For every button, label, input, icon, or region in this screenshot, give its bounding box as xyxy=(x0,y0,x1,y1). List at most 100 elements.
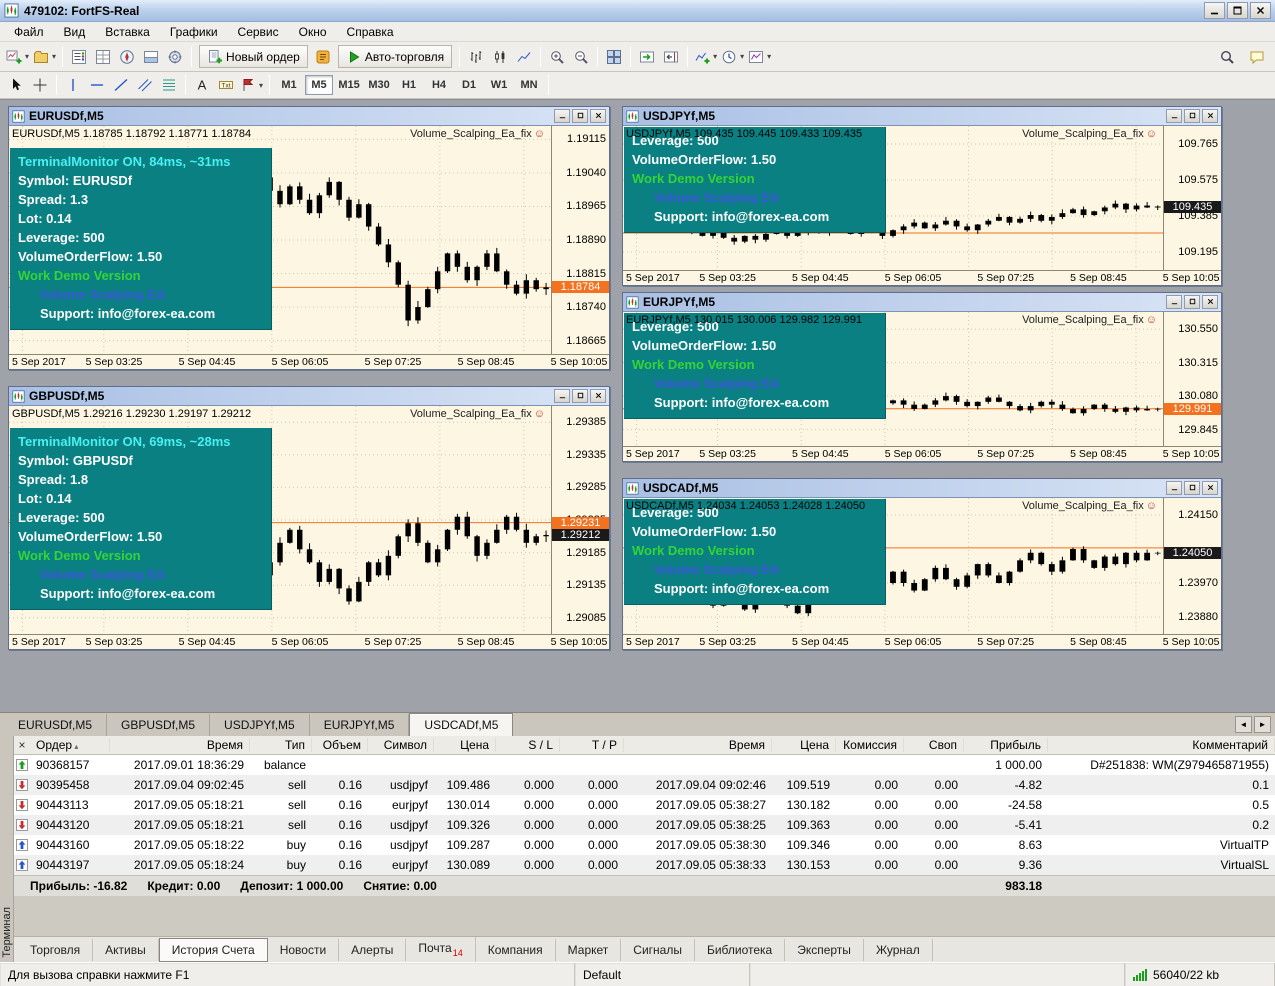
chart-plot-area[interactable]: EURUSDf,M5 1.18785 1.18792 1.18771 1.187… xyxy=(9,126,551,354)
close-button[interactable] xyxy=(1202,108,1218,123)
minimize-button[interactable] xyxy=(554,388,570,403)
column-header-profit[interactable]: Прибыль xyxy=(964,738,1048,752)
vertical-line-button[interactable] xyxy=(61,73,85,97)
terminal-tab-account-history[interactable]: История Счета xyxy=(158,937,268,962)
timeframe-m1[interactable]: M1 xyxy=(275,75,303,95)
chart-titlebar[interactable]: USDCADf,M5 xyxy=(623,479,1221,498)
history-row[interactable]: 90368157 2017.09.01 18:36:29 balance 1 000.… xyxy=(14,755,1275,775)
chart-tab-usdjpyf-m5[interactable]: USDJPYf,M5 xyxy=(210,714,310,736)
terminal-tab-signals[interactable]: Сигналы xyxy=(621,938,695,961)
column-header-commission[interactable]: Комиссия xyxy=(836,738,904,752)
line-chart-button[interactable] xyxy=(512,45,536,69)
chart-tab-eurusdf-m5[interactable]: EURUSDf,M5 xyxy=(4,714,108,736)
new-chart-button[interactable]: ▾ xyxy=(4,45,31,69)
column-header-symbol[interactable]: Символ xyxy=(368,738,434,752)
metaeditor-button[interactable] xyxy=(311,45,335,69)
tab-scroll-right-button[interactable]: ► xyxy=(1254,716,1271,733)
terminal-tab-news[interactable]: Новости xyxy=(268,938,340,961)
restore-button[interactable] xyxy=(1184,108,1200,123)
menu-service[interactable]: Сервис xyxy=(228,23,289,41)
history-row[interactable]: 90443120 2017.09.05 05:18:21 sell 0.16 usdjp… xyxy=(14,815,1275,835)
close-button[interactable] xyxy=(1202,294,1218,309)
history-row[interactable]: 90443113 2017.09.05 05:18:21 sell 0.16 eurjp… xyxy=(14,795,1275,815)
column-header-swap[interactable]: Своп xyxy=(904,738,964,752)
chart-tab-usdcadf-m5[interactable]: USDCADf,M5 xyxy=(409,713,514,736)
bar-chart-button[interactable] xyxy=(464,45,488,69)
menu-help[interactable]: Справка xyxy=(337,23,404,41)
window-titlebar[interactable]: 479102: FortFS-Real xyxy=(0,0,1275,22)
menu-insert[interactable]: Вставка xyxy=(95,23,160,41)
terminal-vertical-label[interactable]: Терминал xyxy=(1,907,13,958)
close-button[interactable] xyxy=(1250,2,1271,19)
menu-view[interactable]: Вид xyxy=(54,23,96,41)
autotrade-button[interactable]: Авто-торговля xyxy=(337,45,453,68)
navigator-button[interactable] xyxy=(115,45,139,69)
timeframe-m15[interactable]: M15 xyxy=(335,75,363,95)
chat-button[interactable] xyxy=(1245,45,1269,69)
column-header-price[interactable]: Цена xyxy=(434,738,496,752)
column-header-comment[interactable]: Комментарий xyxy=(1048,738,1275,752)
terminal-tab-alerts[interactable]: Алерты xyxy=(339,938,407,961)
strategy-tester-button[interactable] xyxy=(163,45,187,69)
restore-button[interactable] xyxy=(572,388,588,403)
text-label-button[interactable]: Txt xyxy=(214,73,238,97)
terminal-tab-market[interactable]: Маркет xyxy=(556,938,622,961)
restore-button[interactable] xyxy=(1184,480,1200,495)
trendline-button[interactable] xyxy=(109,73,133,97)
minimize-button[interactable] xyxy=(1204,2,1225,19)
tab-scroll-left-button[interactable]: ◄ xyxy=(1235,716,1252,733)
history-row[interactable]: 90443197 2017.09.05 05:18:24 buy 0.16 eurjpy… xyxy=(14,855,1275,875)
terminal-tab-library[interactable]: Библиотека xyxy=(695,938,786,961)
terminal-tab-trade[interactable]: Торговля xyxy=(18,938,94,961)
indicators-button[interactable]: ▾ xyxy=(692,45,719,69)
timeframe-h4[interactable]: H4 xyxy=(425,75,453,95)
history-row[interactable]: 90443160 2017.09.05 05:18:22 buy 0.16 usdjpy… xyxy=(14,835,1275,855)
timeframe-w1[interactable]: W1 xyxy=(485,75,513,95)
profiles-button[interactable]: ▾ xyxy=(31,45,58,69)
zoom-out-button[interactable] xyxy=(569,45,593,69)
fibonacci-button[interactable] xyxy=(157,73,181,97)
zoom-in-button[interactable] xyxy=(545,45,569,69)
minimize-button[interactable] xyxy=(1166,108,1182,123)
minimize-button[interactable] xyxy=(1166,294,1182,309)
crosshair-button[interactable] xyxy=(28,73,52,97)
horizontal-line-button[interactable] xyxy=(85,73,109,97)
terminal-tab-mail[interactable]: Почта14 xyxy=(406,937,476,962)
timeframe-m30[interactable]: M30 xyxy=(365,75,393,95)
chart-tab-eurjpyf-m5[interactable]: EURJPYf,M5 xyxy=(310,714,410,736)
column-header-tp[interactable]: T / P xyxy=(560,738,624,752)
chart-plot-area[interactable]: GBPUSDf,M5 1.29216 1.29230 1.29197 1.292… xyxy=(9,406,551,634)
chart-tab-gbpusdf-m5[interactable]: GBPUSDf,M5 xyxy=(107,714,211,736)
data-window-button[interactable] xyxy=(91,45,115,69)
timeframe-mn[interactable]: MN xyxy=(515,75,543,95)
maximize-button[interactable] xyxy=(1227,2,1248,19)
menu-charts[interactable]: Графики xyxy=(160,23,228,41)
templates-button[interactable]: ▾ xyxy=(746,45,773,69)
chart-plot-area[interactable]: USDCADf,M5 1.24034 1.24053 1.24028 1.240… xyxy=(623,498,1163,634)
chart-titlebar[interactable]: USDJPYf,M5 xyxy=(623,107,1221,126)
chart-titlebar[interactable]: EURJPYf,M5 xyxy=(623,293,1221,312)
terminal-tab-journal[interactable]: Журнал xyxy=(864,938,933,961)
channel-button[interactable] xyxy=(133,73,157,97)
menu-file[interactable]: Файл xyxy=(4,23,54,41)
tile-windows-button[interactable] xyxy=(602,45,626,69)
close-button[interactable] xyxy=(1202,480,1218,495)
status-profile[interactable]: Default xyxy=(575,963,750,986)
column-header-volume[interactable]: Объем xyxy=(312,738,368,752)
terminal-close-button[interactable]: × xyxy=(14,738,30,752)
periods-button[interactable]: ▾ xyxy=(719,45,746,69)
close-button[interactable] xyxy=(590,108,606,123)
terminal-panel-button[interactable] xyxy=(139,45,163,69)
minimize-button[interactable] xyxy=(554,108,570,123)
search-button[interactable] xyxy=(1215,45,1239,69)
chart-titlebar[interactable]: EURUSDf,M5 xyxy=(9,107,609,126)
shapes-button[interactable]: ▾ xyxy=(238,73,265,97)
restore-button[interactable] xyxy=(1184,294,1200,309)
chart-titlebar[interactable]: GBPUSDf,M5 xyxy=(9,387,609,406)
timeframe-h1[interactable]: H1 xyxy=(395,75,423,95)
cursor-button[interactable] xyxy=(4,73,28,97)
terminal-tab-assets[interactable]: Активы xyxy=(93,938,159,961)
column-header-type[interactable]: Тип xyxy=(250,738,312,752)
history-row[interactable]: 90395458 2017.09.04 09:02:45 sell 0.16 usdjp… xyxy=(14,775,1275,795)
market-watch-button[interactable] xyxy=(67,45,91,69)
